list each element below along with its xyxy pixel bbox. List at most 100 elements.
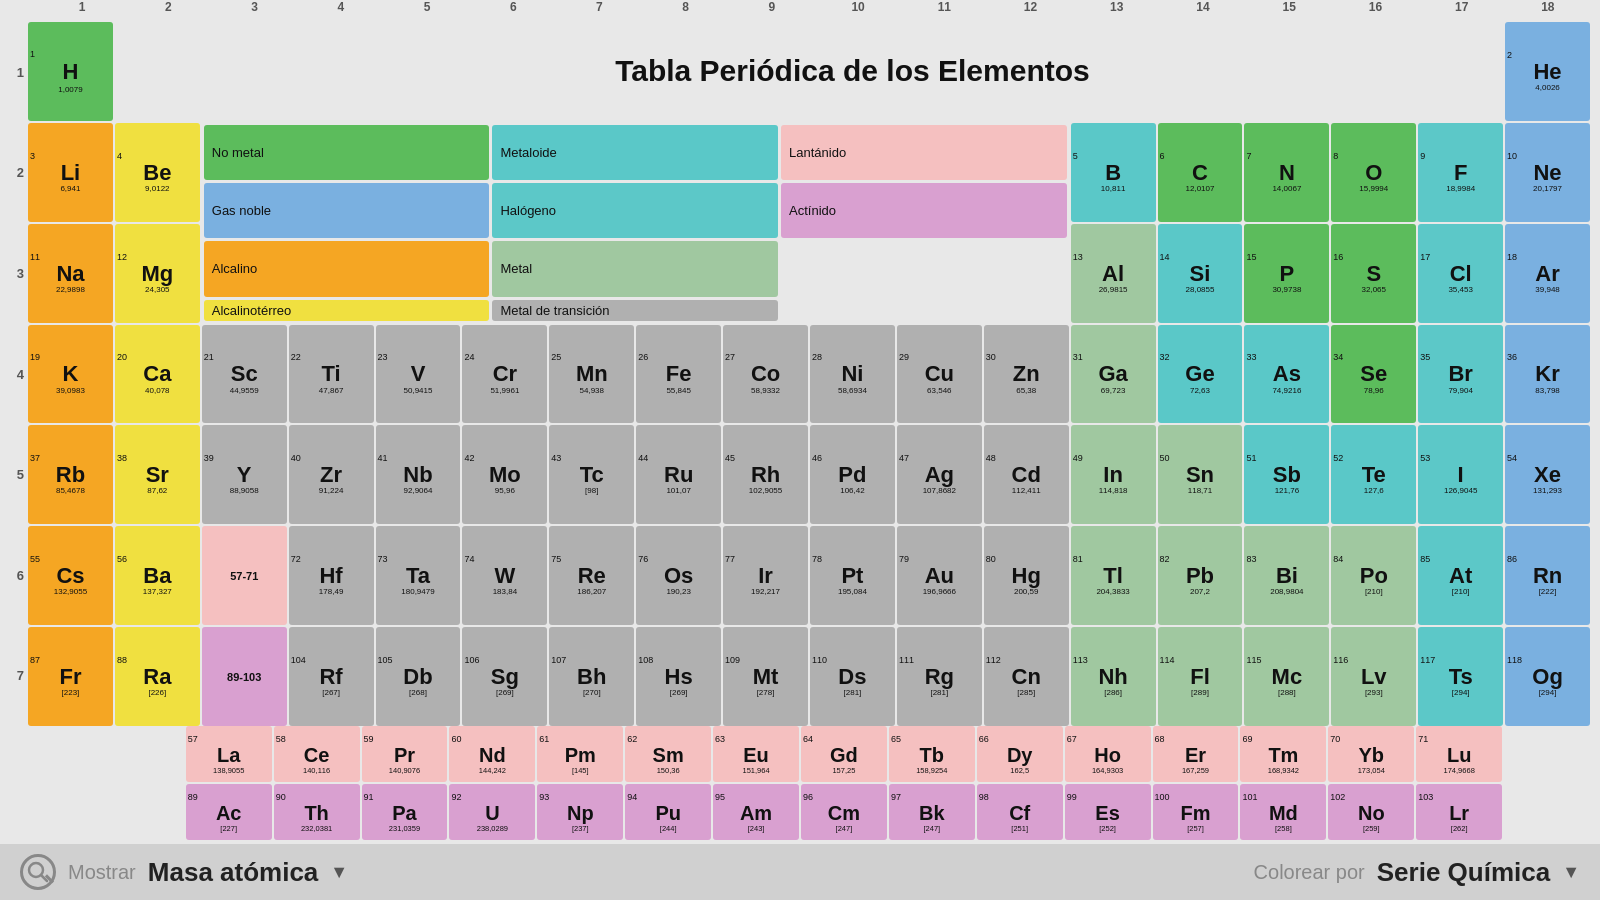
cell-r5-c5[interactable]: 41Nb92,9064: [376, 425, 461, 524]
lanthanide-Ce[interactable]: 58Ce140,116: [274, 726, 360, 782]
cell-r2-c2[interactable]: 4Be9,0122: [115, 123, 200, 222]
actinide-Es[interactable]: 99Es[252]: [1065, 784, 1151, 840]
cell-r7-c7[interactable]: 107Bh[270]: [549, 627, 634, 726]
actinide-Cm[interactable]: 96Cm[247]: [801, 784, 887, 840]
lanthanide-Nd[interactable]: 60Nd144,242: [449, 726, 535, 782]
cell-r7-c2[interactable]: 88Ra[226]: [115, 627, 200, 726]
lanthanide-Pr[interactable]: 59Pr140,9076: [362, 726, 448, 782]
cell-r7-c4[interactable]: 104Rf[267]: [289, 627, 374, 726]
cell-r5-c4[interactable]: 40Zr91,224: [289, 425, 374, 524]
cell-r5-c6[interactable]: 42Mo95,96: [462, 425, 547, 524]
cell-r2-c16[interactable]: 8O15,9994: [1331, 123, 1416, 222]
cell-r5-c3[interactable]: 39Y88,9058: [202, 425, 287, 524]
cell-r4-c5[interactable]: 23V50,9415: [376, 325, 461, 424]
actinide-Bk[interactable]: 97Bk[247]: [889, 784, 975, 840]
cell-r4-c4[interactable]: 22Ti47,867: [289, 325, 374, 424]
cell-r3-c17[interactable]: 17Cl35,453: [1418, 224, 1503, 323]
cell-r4-c18[interactable]: 36Kr83,798: [1505, 325, 1590, 424]
cell-r3-c15[interactable]: 15P30,9738: [1244, 224, 1329, 323]
color-dropdown-arrow[interactable]: ▼: [1562, 862, 1580, 883]
cell-r4-c9[interactable]: 27Co58,9332: [723, 325, 808, 424]
cell-r5-c10[interactable]: 46Pd106,42: [810, 425, 895, 524]
show-dropdown-arrow[interactable]: ▼: [330, 862, 348, 883]
cell-r2-c18[interactable]: 10Ne20,1797: [1505, 123, 1590, 222]
lanthanide-Yb[interactable]: 70Yb173,054: [1328, 726, 1414, 782]
cell-r3-c1[interactable]: 11Na22,9898: [28, 224, 113, 323]
cell-r7-c11[interactable]: 111Rg[281]: [897, 627, 982, 726]
cell-r4-c13[interactable]: 31Ga69,723: [1071, 325, 1156, 424]
cell-r1-c18[interactable]: 2He4,0026: [1505, 22, 1590, 121]
cell-r5-c18[interactable]: 54Xe131,293: [1505, 425, 1590, 524]
cell-r6-c2[interactable]: 56Ba137,327: [115, 526, 200, 625]
cell-r5-c16[interactable]: 52Te127,6: [1331, 425, 1416, 524]
cell-r3-c2[interactable]: 12Mg24,305: [115, 224, 200, 323]
cell-r5-c13[interactable]: 49In114,818: [1071, 425, 1156, 524]
cell-r3-c18[interactable]: 18Ar39,948: [1505, 224, 1590, 323]
cell-r2-c17[interactable]: 9F18,9984: [1418, 123, 1503, 222]
lanthanide-Gd[interactable]: 64Gd157,25: [801, 726, 887, 782]
cell-r4-c7[interactable]: 25Mn54,938: [549, 325, 634, 424]
cell-r6-c6[interactable]: 74W183,84: [462, 526, 547, 625]
cell-r7-c1[interactable]: 87Fr[223]: [28, 627, 113, 726]
lanthanide-Eu[interactable]: 63Eu151,964: [713, 726, 799, 782]
cell-r6-c14[interactable]: 82Pb207,2: [1158, 526, 1243, 625]
cell-r5-c11[interactable]: 47Ag107,8682: [897, 425, 982, 524]
cell-r7-c12[interactable]: 112Cn[285]: [984, 627, 1069, 726]
cell-r4-c2[interactable]: 20Ca40,078: [115, 325, 200, 424]
cell-r6-c7[interactable]: 75Re186,207: [549, 526, 634, 625]
cell-r6-c10[interactable]: 78Pt195,084: [810, 526, 895, 625]
cell-r2-c14[interactable]: 6C12,0107: [1158, 123, 1243, 222]
cell-r3-c16[interactable]: 16S32,065: [1331, 224, 1416, 323]
cell-r7-c5[interactable]: 105Db[268]: [376, 627, 461, 726]
lanthanide-Sm[interactable]: 62Sm150,36: [625, 726, 711, 782]
cell-r7-c15[interactable]: 115Mc[288]: [1244, 627, 1329, 726]
cell-r1-c1[interactable]: 1H1,0079: [28, 22, 113, 121]
cell-r5-c8[interactable]: 44Ru101,07: [636, 425, 721, 524]
cell-r4-c16[interactable]: 34Se78,96: [1331, 325, 1416, 424]
cell-r6-c8[interactable]: 76Os190,23: [636, 526, 721, 625]
cell-r2-c15[interactable]: 7N14,0067: [1244, 123, 1329, 222]
cell-r6-c17[interactable]: 85At[210]: [1418, 526, 1503, 625]
cell-r6-c18[interactable]: 86Rn[222]: [1505, 526, 1590, 625]
cell-r6-c16[interactable]: 84Po[210]: [1331, 526, 1416, 625]
cell-r2-c1[interactable]: 3Li6,941: [28, 123, 113, 222]
cell-r6-c11[interactable]: 79Au196,9666: [897, 526, 982, 625]
cell-r4-c8[interactable]: 26Fe55,845: [636, 325, 721, 424]
cell-r5-c9[interactable]: 45Rh102,9055: [723, 425, 808, 524]
cell-r7-c10[interactable]: 110Ds[281]: [810, 627, 895, 726]
cell-r6-c5[interactable]: 73Ta180,9479: [376, 526, 461, 625]
zoom-icon[interactable]: [20, 854, 56, 890]
actinide-Ac[interactable]: 89Ac[227]: [186, 784, 272, 840]
cell-r4-c14[interactable]: 32Ge72,63: [1158, 325, 1243, 424]
cell-r5-c7[interactable]: 43Tc[98]: [549, 425, 634, 524]
cell-r5-c1[interactable]: 37Rb85,4678: [28, 425, 113, 524]
cell-r7-c6[interactable]: 106Sg[269]: [462, 627, 547, 726]
cell-r6-c13[interactable]: 81Tl204,3833: [1071, 526, 1156, 625]
cell-r6-c3[interactable]: 57-71: [202, 526, 287, 625]
cell-r4-c15[interactable]: 33As74,9216: [1244, 325, 1329, 424]
cell-r6-c12[interactable]: 80Hg200,59: [984, 526, 1069, 625]
cell-r7-c8[interactable]: 108Hs[269]: [636, 627, 721, 726]
cell-r4-c6[interactable]: 24Cr51,9961: [462, 325, 547, 424]
lanthanide-Pm[interactable]: 61Pm[145]: [537, 726, 623, 782]
cell-r7-c9[interactable]: 109Mt[278]: [723, 627, 808, 726]
lanthanide-Er[interactable]: 68Er167,259: [1153, 726, 1239, 782]
cell-r4-c1[interactable]: 19K39,0983: [28, 325, 113, 424]
cell-r5-c15[interactable]: 51Sb121,76: [1244, 425, 1329, 524]
lanthanide-Lu[interactable]: 71Lu174,9668: [1416, 726, 1502, 782]
actinide-Md[interactable]: 101Md[258]: [1240, 784, 1326, 840]
cell-r7-c17[interactable]: 117Ts[294]: [1418, 627, 1503, 726]
lanthanide-Tm[interactable]: 69Tm168,9342: [1240, 726, 1326, 782]
lanthanide-Dy[interactable]: 66Dy162,5: [977, 726, 1063, 782]
cell-r4-c10[interactable]: 28Ni58,6934: [810, 325, 895, 424]
cell-r7-c16[interactable]: 116Lv[293]: [1331, 627, 1416, 726]
cell-r6-c1[interactable]: 55Cs132,9055: [28, 526, 113, 625]
cell-r5-c12[interactable]: 48Cd112,411: [984, 425, 1069, 524]
cell-r4-c12[interactable]: 30Zn65,38: [984, 325, 1069, 424]
cell-r5-c17[interactable]: 53I126,9045: [1418, 425, 1503, 524]
lanthanide-Tb[interactable]: 65Tb158,9254: [889, 726, 975, 782]
cell-r7-c3[interactable]: 89-103: [202, 627, 287, 726]
cell-r6-c4[interactable]: 72Hf178,49: [289, 526, 374, 625]
cell-r6-c9[interactable]: 77Ir192,217: [723, 526, 808, 625]
actinide-Pa[interactable]: 91Pa231,0359: [362, 784, 448, 840]
